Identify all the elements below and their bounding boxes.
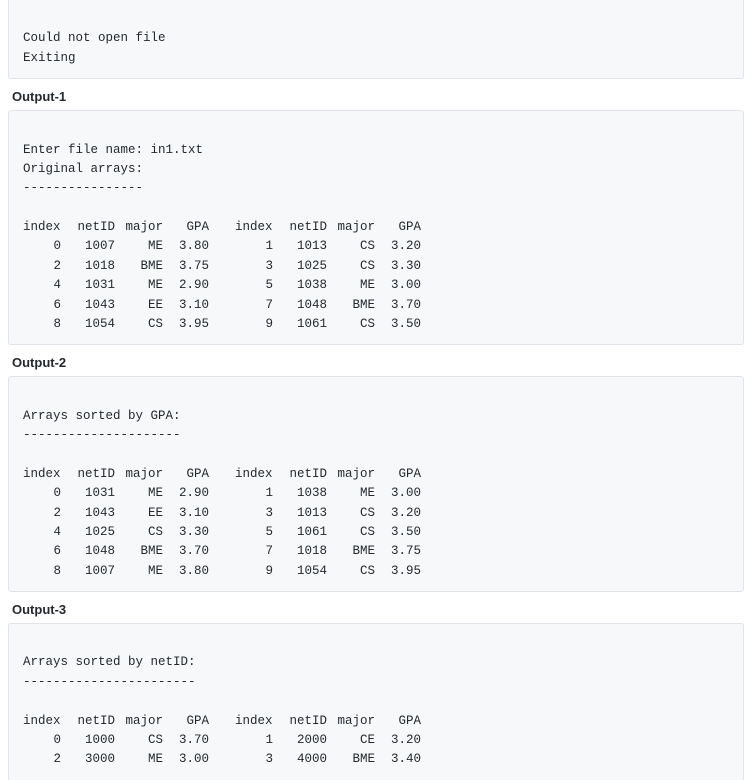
output-2-heading: Output-2	[12, 355, 740, 370]
table-header: indexnetIDmajorGPAindexnetIDmajorGPA	[23, 467, 421, 481]
table-row: 81054CS3.9591061CS3.50	[23, 317, 421, 331]
error-line: Exiting	[23, 51, 76, 65]
output-1-block: Enter file name: in1.txt Original arrays…	[8, 110, 744, 345]
error-output-block: Could not open file Exiting	[8, 0, 744, 79]
table-header: indexnetIDmajorGPAindexnetIDmajorGPA	[23, 714, 421, 728]
table-row: 61048BME3.7071018BME3.75	[23, 544, 421, 558]
intro-line: ---------------------	[23, 428, 181, 442]
table-row: 81007ME3.8091054CS3.95	[23, 564, 421, 578]
table-row: 23000ME3.0034000BME3.40	[23, 752, 421, 766]
table-row: 01007ME3.8011013CS3.20	[23, 239, 421, 253]
intro-line: Arrays sorted by GPA:	[23, 409, 181, 423]
intro-line: ----------------	[23, 181, 143, 195]
table-row: 21043EE3.1031013CS3.20	[23, 506, 421, 520]
output-1-heading: Output-1	[12, 89, 740, 104]
table-row: 01000CS3.7012000CE3.20	[23, 733, 421, 747]
table-row: 01031ME2.9011038ME3.00	[23, 486, 421, 500]
table-row: 41025CS3.3051061CS3.50	[23, 525, 421, 539]
output-2-block: Arrays sorted by GPA: ------------------…	[8, 376, 744, 592]
error-line: Could not open file	[23, 31, 166, 45]
table-row: 61043EE3.1071048BME3.70	[23, 298, 421, 312]
output-3-heading: Output-3	[12, 602, 740, 617]
table-row: 21018BME3.7531025CS3.30	[23, 259, 421, 273]
intro-line: Arrays sorted by netID:	[23, 655, 196, 669]
table-header: indexnetIDmajorGPAindexnetIDmajorGPA	[23, 220, 421, 234]
intro-line: Original arrays:	[23, 162, 143, 176]
table-row: 41031ME2.9051038ME3.00	[23, 278, 421, 292]
intro-line: -----------------------	[23, 675, 196, 689]
intro-line: Enter file name: in1.txt	[23, 143, 203, 157]
output-3-block: Arrays sorted by netID: ----------------…	[8, 623, 744, 780]
